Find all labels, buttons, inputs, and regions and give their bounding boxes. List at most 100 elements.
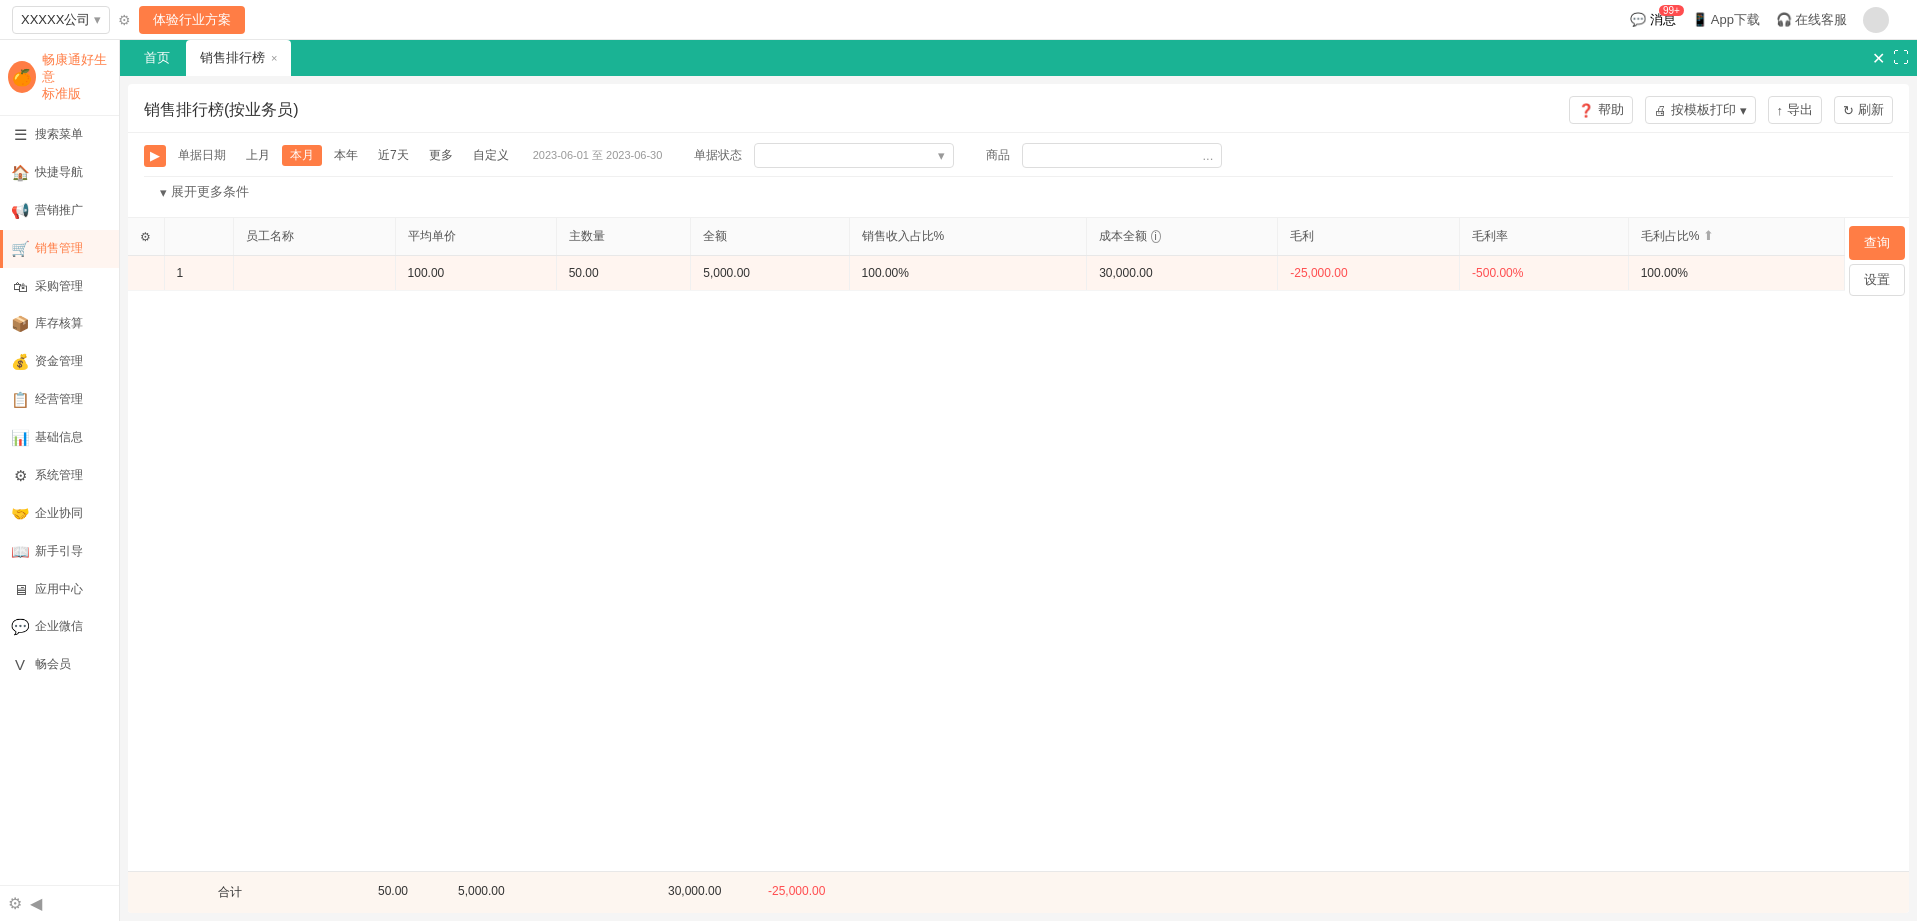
content-area: 首页 销售排行榜 × ✕ ⛶ 销售排行榜(按业务员) ❓ 帮助 [120, 40, 1917, 921]
sidebar-item-search[interactable]: ☰ 搜索菜单 [0, 116, 119, 154]
print-btn[interactable]: 🖨 按模板打印 ▾ [1645, 96, 1756, 124]
page-content: 销售排行榜(按业务员) ❓ 帮助 🖨 按模板打印 ▾ ↑ 导出 [128, 84, 1909, 913]
settings-bottom-icon[interactable]: ⚙ [8, 894, 22, 913]
tab-active[interactable]: 销售排行榜 × [186, 40, 291, 76]
sidebar-label-sales: 销售管理 [35, 240, 83, 257]
date-tab-current-month[interactable]: 本月 [282, 145, 322, 166]
message-area[interactable]: 💬 消息 99+ [1630, 11, 1676, 29]
expand-btn[interactable]: ▾ 展开更多条件 [144, 176, 1893, 207]
sidebar-item-operations[interactable]: 📋 经营管理 [0, 381, 119, 419]
cell-cost: 30,000.00 [1087, 256, 1278, 291]
goods-ellipsis: ... [1203, 148, 1214, 163]
sidebar-item-wechat[interactable]: 💬 企业微信 [0, 608, 119, 646]
refresh-btn[interactable]: ↻ 刷新 [1834, 96, 1893, 124]
date-tab-custom[interactable]: 自定义 [465, 145, 517, 166]
sidebar-item-finance[interactable]: 💰 资金管理 [0, 343, 119, 381]
company-name: XXXXX公司 [21, 11, 90, 29]
trial-button[interactable]: 体验行业方案 [139, 6, 245, 34]
sidebar-item-inventory[interactable]: 📦 库存核算 [0, 305, 119, 343]
close-window-icon[interactable]: ✕ [1872, 49, 1885, 68]
sidebar: 🍊 畅康通好生意 标准版 ☰ 搜索菜单 🏠 快捷导航 📢 营销推广 🛒 销售管理… [0, 40, 120, 921]
cost-info-icon[interactable]: i [1151, 230, 1161, 243]
footer-avg-price [286, 880, 366, 905]
tab-home[interactable]: 首页 [128, 40, 186, 76]
col-profit: 毛利 [1278, 218, 1460, 256]
col-sales-pct: 销售收入占比% [849, 218, 1087, 256]
sidebar-item-basic[interactable]: 📊 基础信息 [0, 419, 119, 457]
help-icon: ❓ [1578, 103, 1594, 118]
col-settings[interactable]: ⚙ [128, 218, 164, 256]
sidebar-label-collab: 企业协同 [35, 505, 83, 522]
sidebar-label-operations: 经营管理 [35, 391, 83, 408]
sidebar-label-system: 系统管理 [35, 467, 83, 484]
settings-button[interactable]: 设置 [1849, 264, 1905, 296]
sidebar-icon-system: ⚙ [11, 467, 29, 485]
sidebar-icon-inventory: 📦 [11, 315, 29, 333]
top-bar: XXXXX公司 ▾ ⚙ 体验行业方案 💬 消息 99+ 📱 App下载 🎧 在线… [0, 0, 1917, 40]
online-service-label: 在线客服 [1795, 11, 1847, 29]
app-download-btn[interactable]: 📱 App下载 [1692, 11, 1760, 29]
sidebar-item-guide[interactable]: 📖 新手引导 [0, 533, 119, 571]
collapse-icon[interactable]: ◀ [30, 894, 42, 913]
app-download-label: App下载 [1711, 11, 1760, 29]
print-icon: 🖨 [1654, 103, 1667, 118]
refresh-label: 刷新 [1858, 101, 1884, 119]
sidebar-label-inventory: 库存核算 [35, 315, 83, 332]
col-amount: 全额 [691, 218, 849, 256]
export-btn[interactable]: ↑ 导出 [1768, 96, 1823, 124]
sidebar-bottom: ⚙ ◀ [0, 885, 119, 921]
goods-select[interactable]: ... [1022, 143, 1222, 168]
date-range-display: 2023-06-01 至 2023-06-30 [533, 148, 663, 163]
query-button[interactable]: 查询 [1849, 226, 1905, 260]
company-selector[interactable]: XXXXX公司 ▾ [12, 6, 110, 34]
sidebar-icon-nav: 🏠 [11, 164, 29, 182]
sidebar-item-collab[interactable]: 🤝 企业协同 [0, 495, 119, 533]
app-icon: 📱 [1692, 12, 1708, 27]
sidebar-label-wechat: 企业微信 [35, 618, 83, 635]
date-tab-more[interactable]: 更多 [421, 145, 461, 166]
page-title: 销售排行榜(按业务员) [144, 100, 299, 121]
maximize-icon[interactable]: ⛶ [1893, 49, 1909, 68]
sidebar-item-purchase[interactable]: 🛍 采购管理 [0, 268, 119, 305]
cell-sales-pct: 100.00% [849, 256, 1087, 291]
filter-toggle-btn[interactable]: ▶ [144, 145, 166, 167]
footer-cost: 30,000.00 [656, 880, 756, 905]
filter-row: ▶ 单据日期 上月 本月 本年 近7天 更多 自定义 2023-06-01 至 … [144, 143, 1893, 168]
sidebar-item-sales[interactable]: 🛒 销售管理 [0, 230, 119, 268]
tab-close-icon[interactable]: × [271, 52, 277, 64]
export-label: 导出 [1787, 101, 1813, 119]
sidebar-item-member[interactable]: V 畅会员 [0, 646, 119, 683]
sidebar-item-nav[interactable]: 🏠 快捷导航 [0, 154, 119, 192]
profit-pct-sort-icon[interactable]: ⬆ [1703, 228, 1714, 243]
sidebar-label-finance: 资金管理 [35, 353, 83, 370]
col-cost: 成本全额 i [1087, 218, 1278, 256]
help-btn[interactable]: ❓ 帮助 [1569, 96, 1633, 124]
top-right-area: 💬 消息 99+ 📱 App下载 🎧 在线客服 [1630, 7, 1905, 33]
online-service-btn[interactable]: 🎧 在线客服 [1776, 11, 1847, 29]
sidebar-icon-guide: 📖 [11, 543, 29, 561]
sidebar-item-marketing[interactable]: 📢 营销推广 [0, 192, 119, 230]
table-header-row: ⚙ 员工名称 平均单价 主数量 全额 销售收入占比% 成本全额 i 毛利 毛利率 [128, 218, 1845, 256]
sidebar-item-system[interactable]: ⚙ 系统管理 [0, 457, 119, 495]
cell-qty: 50.00 [556, 256, 691, 291]
tab-bar-right: ✕ ⛶ [1872, 49, 1909, 68]
sidebar-icon-wechat: 💬 [11, 618, 29, 636]
footer-label [140, 880, 176, 905]
page-header: 销售排行榜(按业务员) ❓ 帮助 🖨 按模板打印 ▾ ↑ 导出 [128, 84, 1909, 133]
footer-qty: 50.00 [366, 880, 446, 905]
sidebar-icon-member: V [11, 656, 29, 673]
avatar[interactable] [1863, 7, 1889, 33]
help-label: 帮助 [1598, 101, 1624, 119]
sidebar-icon-search: ☰ [11, 126, 29, 144]
date-tab-7days[interactable]: 近7天 [370, 145, 417, 166]
sidebar-label-search: 搜索菜单 [35, 126, 83, 143]
goods-filter-label: 商品 [986, 147, 1010, 164]
status-select[interactable]: ▾ [754, 143, 954, 168]
date-tab-year[interactable]: 本年 [326, 145, 366, 166]
date-tab-prev-month[interactable]: 上月 [238, 145, 278, 166]
logo-icon: 🍊 [8, 61, 36, 93]
settings-icon[interactable]: ⚙ [118, 12, 131, 28]
sidebar-item-apps[interactable]: 🖥 应用中心 [0, 571, 119, 608]
cell-name [234, 256, 395, 291]
sidebar-logo: 🍊 畅康通好生意 标准版 [0, 40, 119, 116]
